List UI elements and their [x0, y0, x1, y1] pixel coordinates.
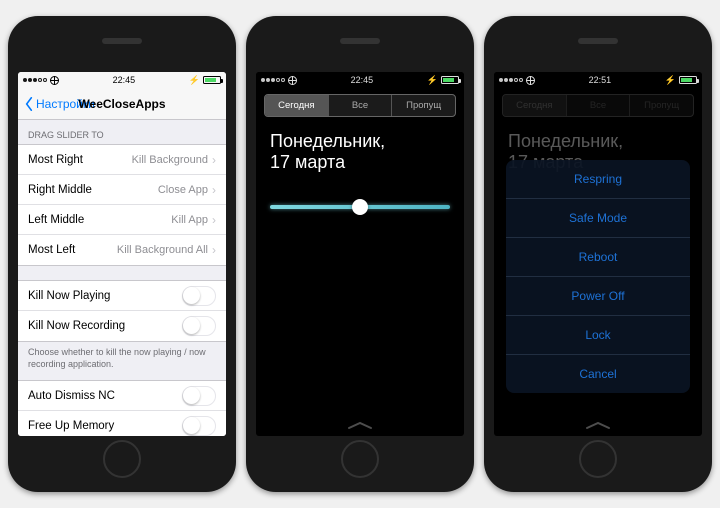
- nc-tab-missed[interactable]: Пропущ: [392, 95, 455, 116]
- chevron-right-icon: ›: [212, 243, 216, 257]
- row-right-middle[interactable]: Right Middle Close App ›: [18, 175, 226, 205]
- power-menu: Respring Safe Mode Reboot Power Off Lock…: [506, 160, 690, 393]
- footer-note-1: Choose whether to kill the now playing /…: [18, 342, 226, 380]
- signal-icon: [261, 78, 285, 82]
- menu-lock[interactable]: Lock: [506, 316, 690, 355]
- toggle-group-1: Kill Now Playing Kill Now Recording: [18, 280, 226, 342]
- signal-icon: [23, 78, 47, 82]
- battery-icon: [203, 76, 221, 84]
- nc-date-line1-dim: Понедельник,: [508, 131, 688, 152]
- phone-frame-2: 22:45 ⚡ Сегодня Все Пропущ Понедельник, …: [246, 16, 474, 492]
- chevron-right-icon: ›: [212, 183, 216, 197]
- toggle-kill-now-playing[interactable]: [182, 286, 216, 306]
- phone-frame-3: 22:51 ⚡ Сегодня Все Пропущ Понедельник, …: [484, 16, 712, 492]
- menu-safe-mode[interactable]: Safe Mode: [506, 199, 690, 238]
- slider-rows-group: Most Right Kill Background › Right Middl…: [18, 144, 226, 266]
- nc-tab-bar: Сегодня Все Пропущ: [264, 94, 456, 117]
- back-label: Настройки: [36, 97, 95, 111]
- section-header: DRAG SLIDER TO: [18, 120, 226, 144]
- nc-grabber[interactable]: [256, 420, 464, 430]
- nc-body: Понедельник, 17 марта: [256, 117, 464, 219]
- signal-icon: [499, 78, 523, 82]
- bluetooth-icon: ⚡: [665, 75, 676, 86]
- status-time: 22:45: [351, 75, 374, 85]
- menu-reboot[interactable]: Reboot: [506, 238, 690, 277]
- chevron-right-icon: ›: [212, 153, 216, 167]
- nav-bar: Настройки WeeCloseApps: [18, 88, 226, 120]
- nc-tab-missed: Пропущ: [630, 95, 693, 116]
- chevron-up-icon: [585, 420, 611, 430]
- nc-grabber[interactable]: [494, 420, 702, 430]
- globe-icon: [526, 76, 535, 85]
- bluetooth-icon: ⚡: [189, 75, 200, 86]
- row-kill-now-recording: Kill Now Recording: [18, 311, 226, 341]
- toggle-group-2: Auto Dismiss NC Free Up Memory: [18, 380, 226, 436]
- nc-tab-all[interactable]: Все: [329, 95, 393, 116]
- nc-tab-today: Сегодня: [503, 95, 567, 116]
- nc-tab-all: Все: [567, 95, 631, 116]
- menu-power-off[interactable]: Power Off: [506, 277, 690, 316]
- toggle-auto-dismiss[interactable]: [182, 386, 216, 406]
- menu-cancel[interactable]: Cancel: [506, 355, 690, 393]
- menu-respring[interactable]: Respring: [506, 160, 690, 199]
- status-time: 22:51: [589, 75, 612, 85]
- globe-icon: [288, 76, 297, 85]
- screen-power-menu: 22:51 ⚡ Сегодня Все Пропущ Понедельник, …: [494, 72, 702, 436]
- chevron-up-icon: [347, 420, 373, 430]
- row-most-right[interactable]: Most Right Kill Background ›: [18, 145, 226, 175]
- globe-icon: [50, 76, 59, 85]
- toggle-kill-now-recording[interactable]: [182, 316, 216, 336]
- nc-tab-bar-dim: Сегодня Все Пропущ: [502, 94, 694, 117]
- back-button[interactable]: Настройки: [24, 97, 95, 111]
- status-time: 22:45: [113, 75, 136, 85]
- battery-icon: [441, 76, 459, 84]
- row-auto-dismiss-nc: Auto Dismiss NC: [18, 381, 226, 411]
- screen-nc: 22:45 ⚡ Сегодня Все Пропущ Понедельник, …: [256, 72, 464, 436]
- battery-icon: [679, 76, 697, 84]
- screen-settings: 22:45 ⚡ Настройки WeeCloseApps DRAG SLID…: [18, 72, 226, 436]
- phone-frame-1: 22:45 ⚡ Настройки WeeCloseApps DRAG SLID…: [8, 16, 236, 492]
- slider-thumb[interactable]: [352, 199, 368, 215]
- chevron-left-icon: [24, 97, 34, 111]
- nc-date-line2: 17 марта: [270, 152, 450, 173]
- toggle-free-memory[interactable]: [182, 416, 216, 436]
- chevron-right-icon: ›: [212, 213, 216, 227]
- row-most-left[interactable]: Most Left Kill Background All ›: [18, 235, 226, 265]
- row-left-middle[interactable]: Left Middle Kill App ›: [18, 205, 226, 235]
- weeclose-slider[interactable]: [270, 195, 450, 219]
- status-bar: 22:45 ⚡: [18, 72, 226, 88]
- row-free-up-memory: Free Up Memory: [18, 411, 226, 436]
- nc-tab-today[interactable]: Сегодня: [265, 95, 329, 116]
- status-bar: 22:45 ⚡: [256, 72, 464, 88]
- status-bar: 22:51 ⚡: [494, 72, 702, 88]
- row-kill-now-playing: Kill Now Playing: [18, 281, 226, 311]
- bluetooth-icon: ⚡: [427, 75, 438, 86]
- nc-date-line1: Понедельник,: [270, 131, 450, 152]
